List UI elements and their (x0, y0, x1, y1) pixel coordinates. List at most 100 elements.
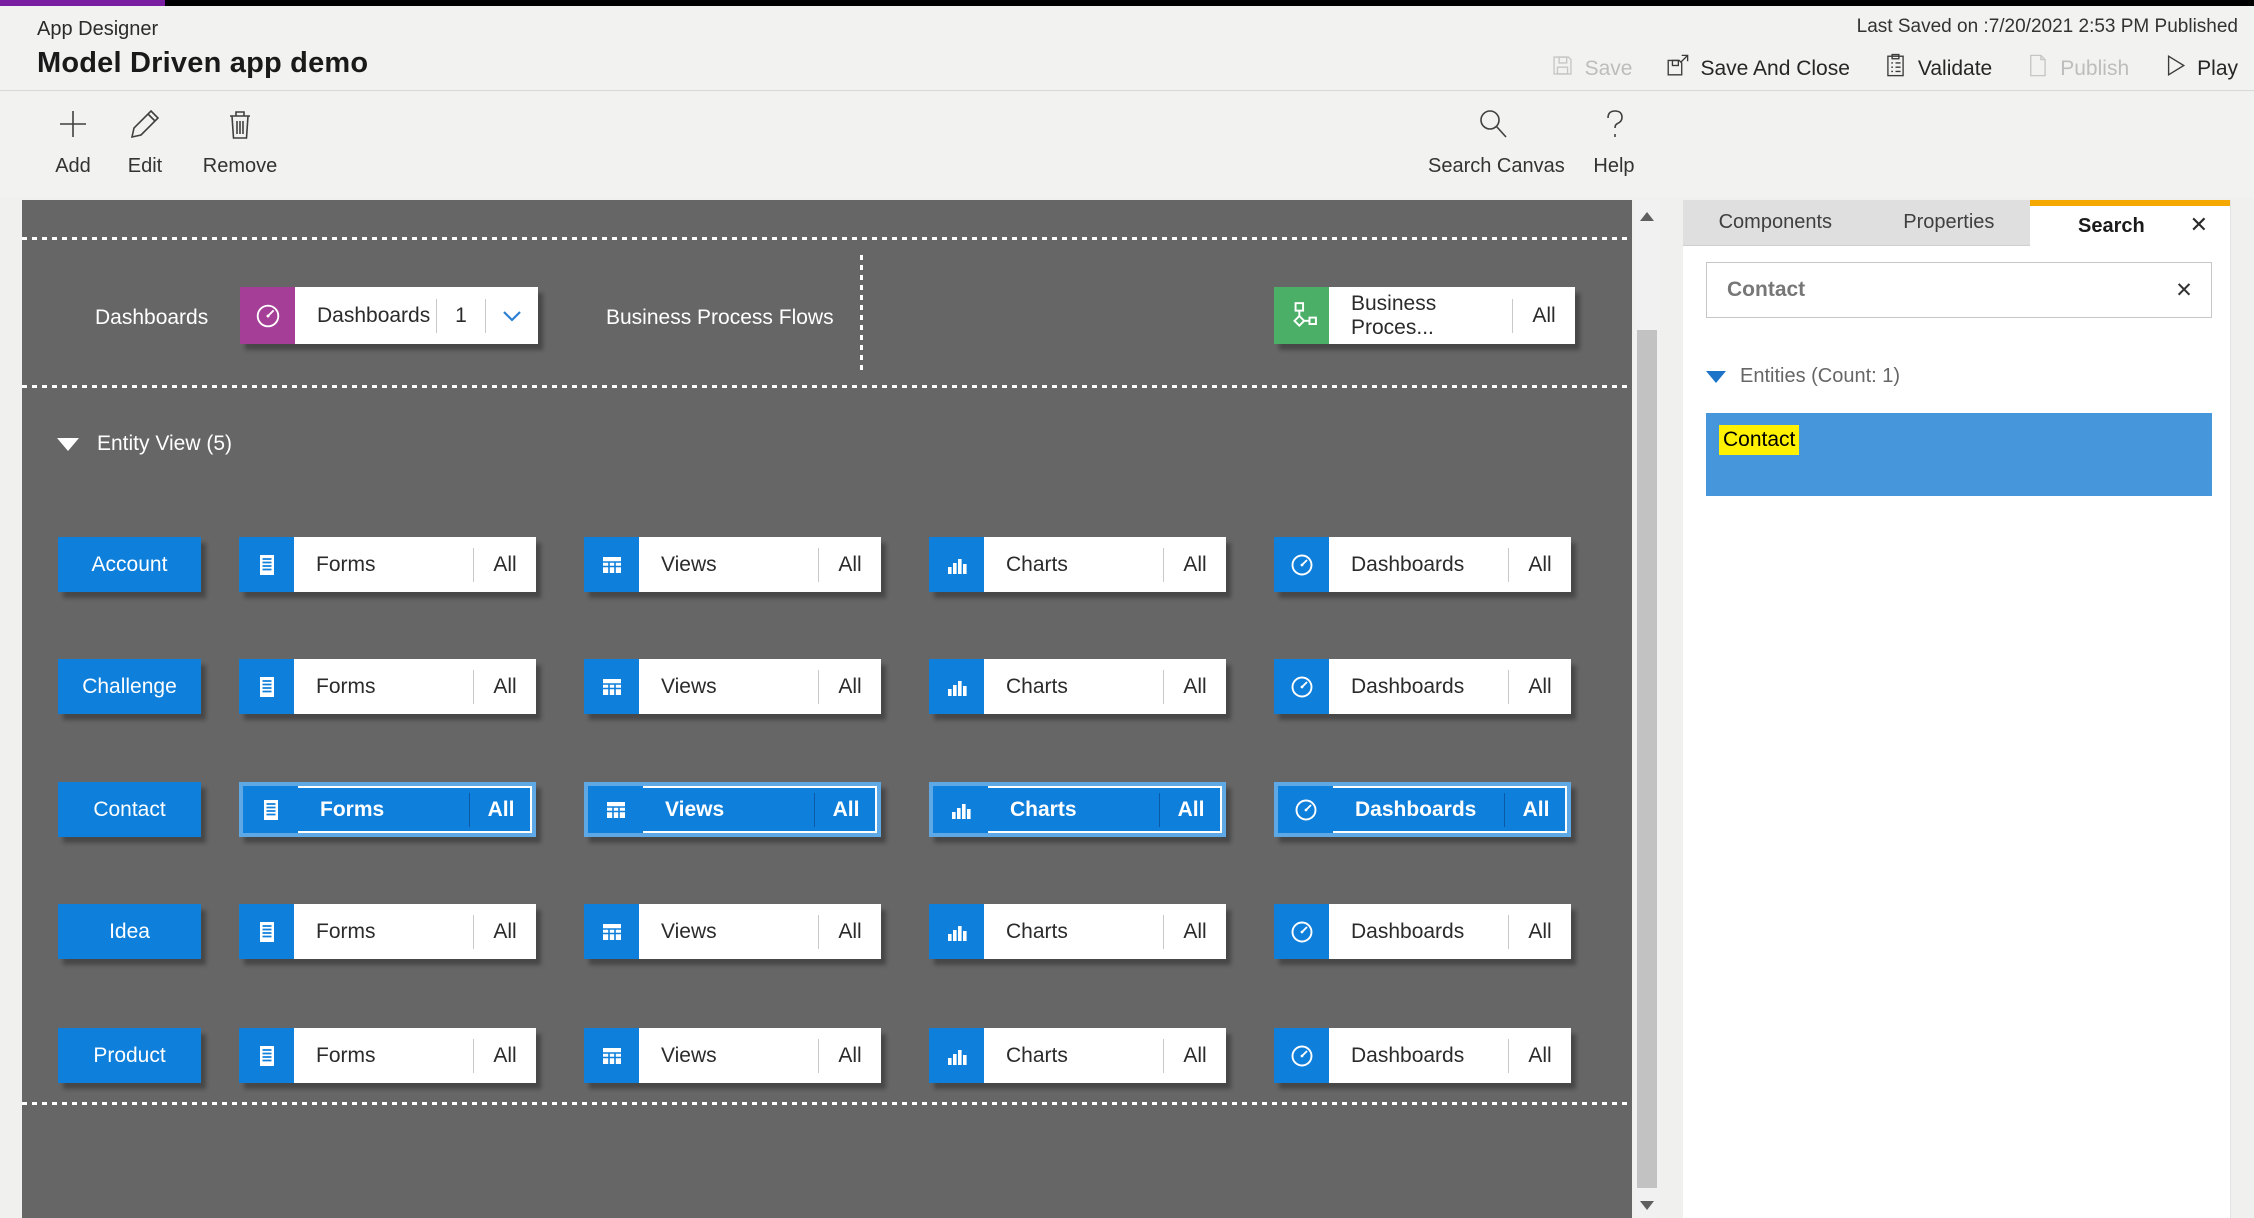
tab-search[interactable]: Search ✕ (2030, 200, 2230, 246)
help-button[interactable]: Help (1549, 106, 1679, 178)
flow-icon (1274, 287, 1329, 344)
forms-icon (239, 904, 294, 959)
business-process-chip[interactable]: Business Proces... All (1274, 287, 1575, 344)
business-process-chip-all: All (1532, 303, 1556, 327)
tile-contact-dashboards[interactable]: Dashboards All (1274, 782, 1571, 837)
chevron-down-icon[interactable] (486, 287, 538, 344)
tile-idea-dashboards[interactable]: Dashboards All (1274, 904, 1571, 959)
search-canvas-button[interactable]: Search Canvas (1428, 106, 1565, 178)
dashed-divider-bottom (22, 1102, 1632, 1105)
entity-button-challenge[interactable]: Challenge (58, 659, 201, 714)
action-label: Save And Close (1700, 56, 1850, 80)
tile-contact-charts[interactable]: Charts All (929, 782, 1226, 837)
clear-search-icon[interactable]: ✕ (2157, 278, 2211, 303)
panel-scrollbar-track[interactable] (2230, 200, 2254, 1218)
tile-all-badge: All (1183, 552, 1207, 576)
tile-challenge-forms[interactable]: Forms All (239, 659, 536, 714)
dashboards-chip[interactable]: Dashboards 1 (240, 287, 538, 344)
tile-idea-charts[interactable]: Charts All (929, 904, 1226, 959)
tile-account-charts[interactable]: Charts All (929, 537, 1226, 592)
dashboards-chip-label: Dashboards (317, 303, 431, 327)
tile-account-views[interactable]: Views All (584, 537, 881, 592)
entity-view-header[interactable]: Entity View (5) (57, 432, 232, 456)
search-icon (1475, 110, 1511, 146)
tile-account-forms[interactable]: Forms All (239, 537, 536, 592)
tile-product-dashboards[interactable]: Dashboards All (1274, 1028, 1571, 1083)
last-saved-status: Last Saved on :7/20/2021 2:53 PM Publish… (1549, 16, 2238, 38)
tile-all-badge: All (1183, 919, 1207, 943)
chevron-down-icon (1706, 370, 1726, 383)
entity-button-product[interactable]: Product (58, 1028, 201, 1083)
views-icon (584, 1028, 639, 1083)
toolbar-label: Search Canvas (1428, 155, 1565, 177)
tile-all-badge: All (1528, 919, 1552, 943)
close-icon[interactable]: ✕ (2190, 214, 2208, 236)
search-result-highlight: Contact (1719, 425, 1800, 455)
tile-product-forms[interactable]: Forms All (239, 1028, 536, 1083)
charts-icon (933, 786, 988, 833)
tile-label: Dashboards (1351, 1043, 1465, 1067)
save-icon (1549, 52, 1576, 85)
charts-icon (929, 1028, 984, 1083)
entity-button-idea[interactable]: Idea (58, 904, 201, 959)
validate-button[interactable]: Validate (1882, 52, 1992, 85)
save-and-close-icon (1664, 52, 1691, 85)
command-toolbar: Add Edit Remove Search Canvas Help (0, 92, 2254, 198)
tile-all-badge: All (1528, 1043, 1552, 1067)
tile-all-badge: All (493, 674, 517, 698)
remove-button[interactable]: Remove (175, 106, 305, 178)
tile-product-views[interactable]: Views All (584, 1028, 881, 1083)
tile-label: Views (661, 552, 717, 576)
entity-button-account[interactable]: Account (58, 537, 201, 592)
search-result-contact[interactable]: Contact (1706, 413, 2212, 496)
tile-contact-forms[interactable]: Forms All (239, 782, 536, 837)
tile-label: Forms (316, 919, 376, 943)
dashed-divider-vertical (860, 255, 863, 373)
dashboards-icon (1278, 786, 1333, 833)
scrollbar-thumb[interactable] (1637, 330, 1657, 1188)
search-input-value[interactable]: Contact (1707, 278, 2157, 302)
tile-idea-forms[interactable]: Forms All (239, 904, 536, 959)
tile-challenge-dashboards[interactable]: Dashboards All (1274, 659, 1571, 714)
entity-view-label: Entity View (5) (97, 432, 232, 455)
page-title: Model Driven app demo (37, 47, 369, 79)
action-label: Publish (2060, 56, 2130, 80)
remove-icon (222, 111, 258, 146)
tile-contact-views[interactable]: Views All (584, 782, 881, 837)
dashed-divider-top (22, 237, 1632, 240)
tile-label: Views (665, 797, 725, 821)
toolbar-label: Help (1593, 155, 1635, 177)
designer-canvas: Dashboards Dashboards 1 Business Process… (22, 200, 1632, 1218)
tile-challenge-charts[interactable]: Charts All (929, 659, 1226, 714)
tile-label: Forms (316, 1043, 376, 1067)
tile-label: Forms (320, 797, 385, 821)
entities-section-header[interactable]: Entities (Count: 1) (1706, 365, 1900, 388)
tab-components[interactable]: Components (1719, 211, 1832, 234)
charts-icon (929, 659, 984, 714)
business-process-chip-label: Business Proces... (1351, 291, 1437, 339)
tile-product-charts[interactable]: Charts All (929, 1028, 1226, 1083)
dashboards-icon (1274, 1028, 1329, 1083)
save-and-close-button[interactable]: Save And Close (1664, 52, 1850, 85)
edit-icon (127, 109, 163, 146)
entity-button-contact[interactable]: Contact (58, 782, 201, 837)
panel-search-input[interactable]: Contact ✕ (1706, 262, 2212, 318)
scroll-up-icon[interactable] (1640, 212, 1654, 221)
tile-all-badge: All (838, 552, 862, 576)
dashed-divider-mid (22, 385, 1632, 388)
last-saved-text: Last Saved on :7/20/2021 2:53 PM (1856, 16, 2150, 37)
tile-all-badge: All (493, 919, 517, 943)
tile-idea-views[interactable]: Views All (584, 904, 881, 959)
right-panel: Components Properties Search ✕ Contact ✕… (1683, 200, 2254, 1218)
tile-challenge-views[interactable]: Views All (584, 659, 881, 714)
views-icon (588, 786, 643, 833)
scroll-down-icon[interactable] (1640, 1201, 1654, 1210)
tile-label: Dashboards (1351, 674, 1465, 698)
tile-all-badge: All (487, 797, 515, 821)
play-button[interactable]: Play (2161, 52, 2238, 85)
tile-account-dashboards[interactable]: Dashboards All (1274, 537, 1571, 592)
publish-button: Publish (2024, 52, 2129, 85)
save-button: Save (1549, 52, 1632, 85)
canvas-scrollbar[interactable] (1634, 200, 1660, 1218)
tab-properties[interactable]: Properties (1903, 211, 1994, 234)
